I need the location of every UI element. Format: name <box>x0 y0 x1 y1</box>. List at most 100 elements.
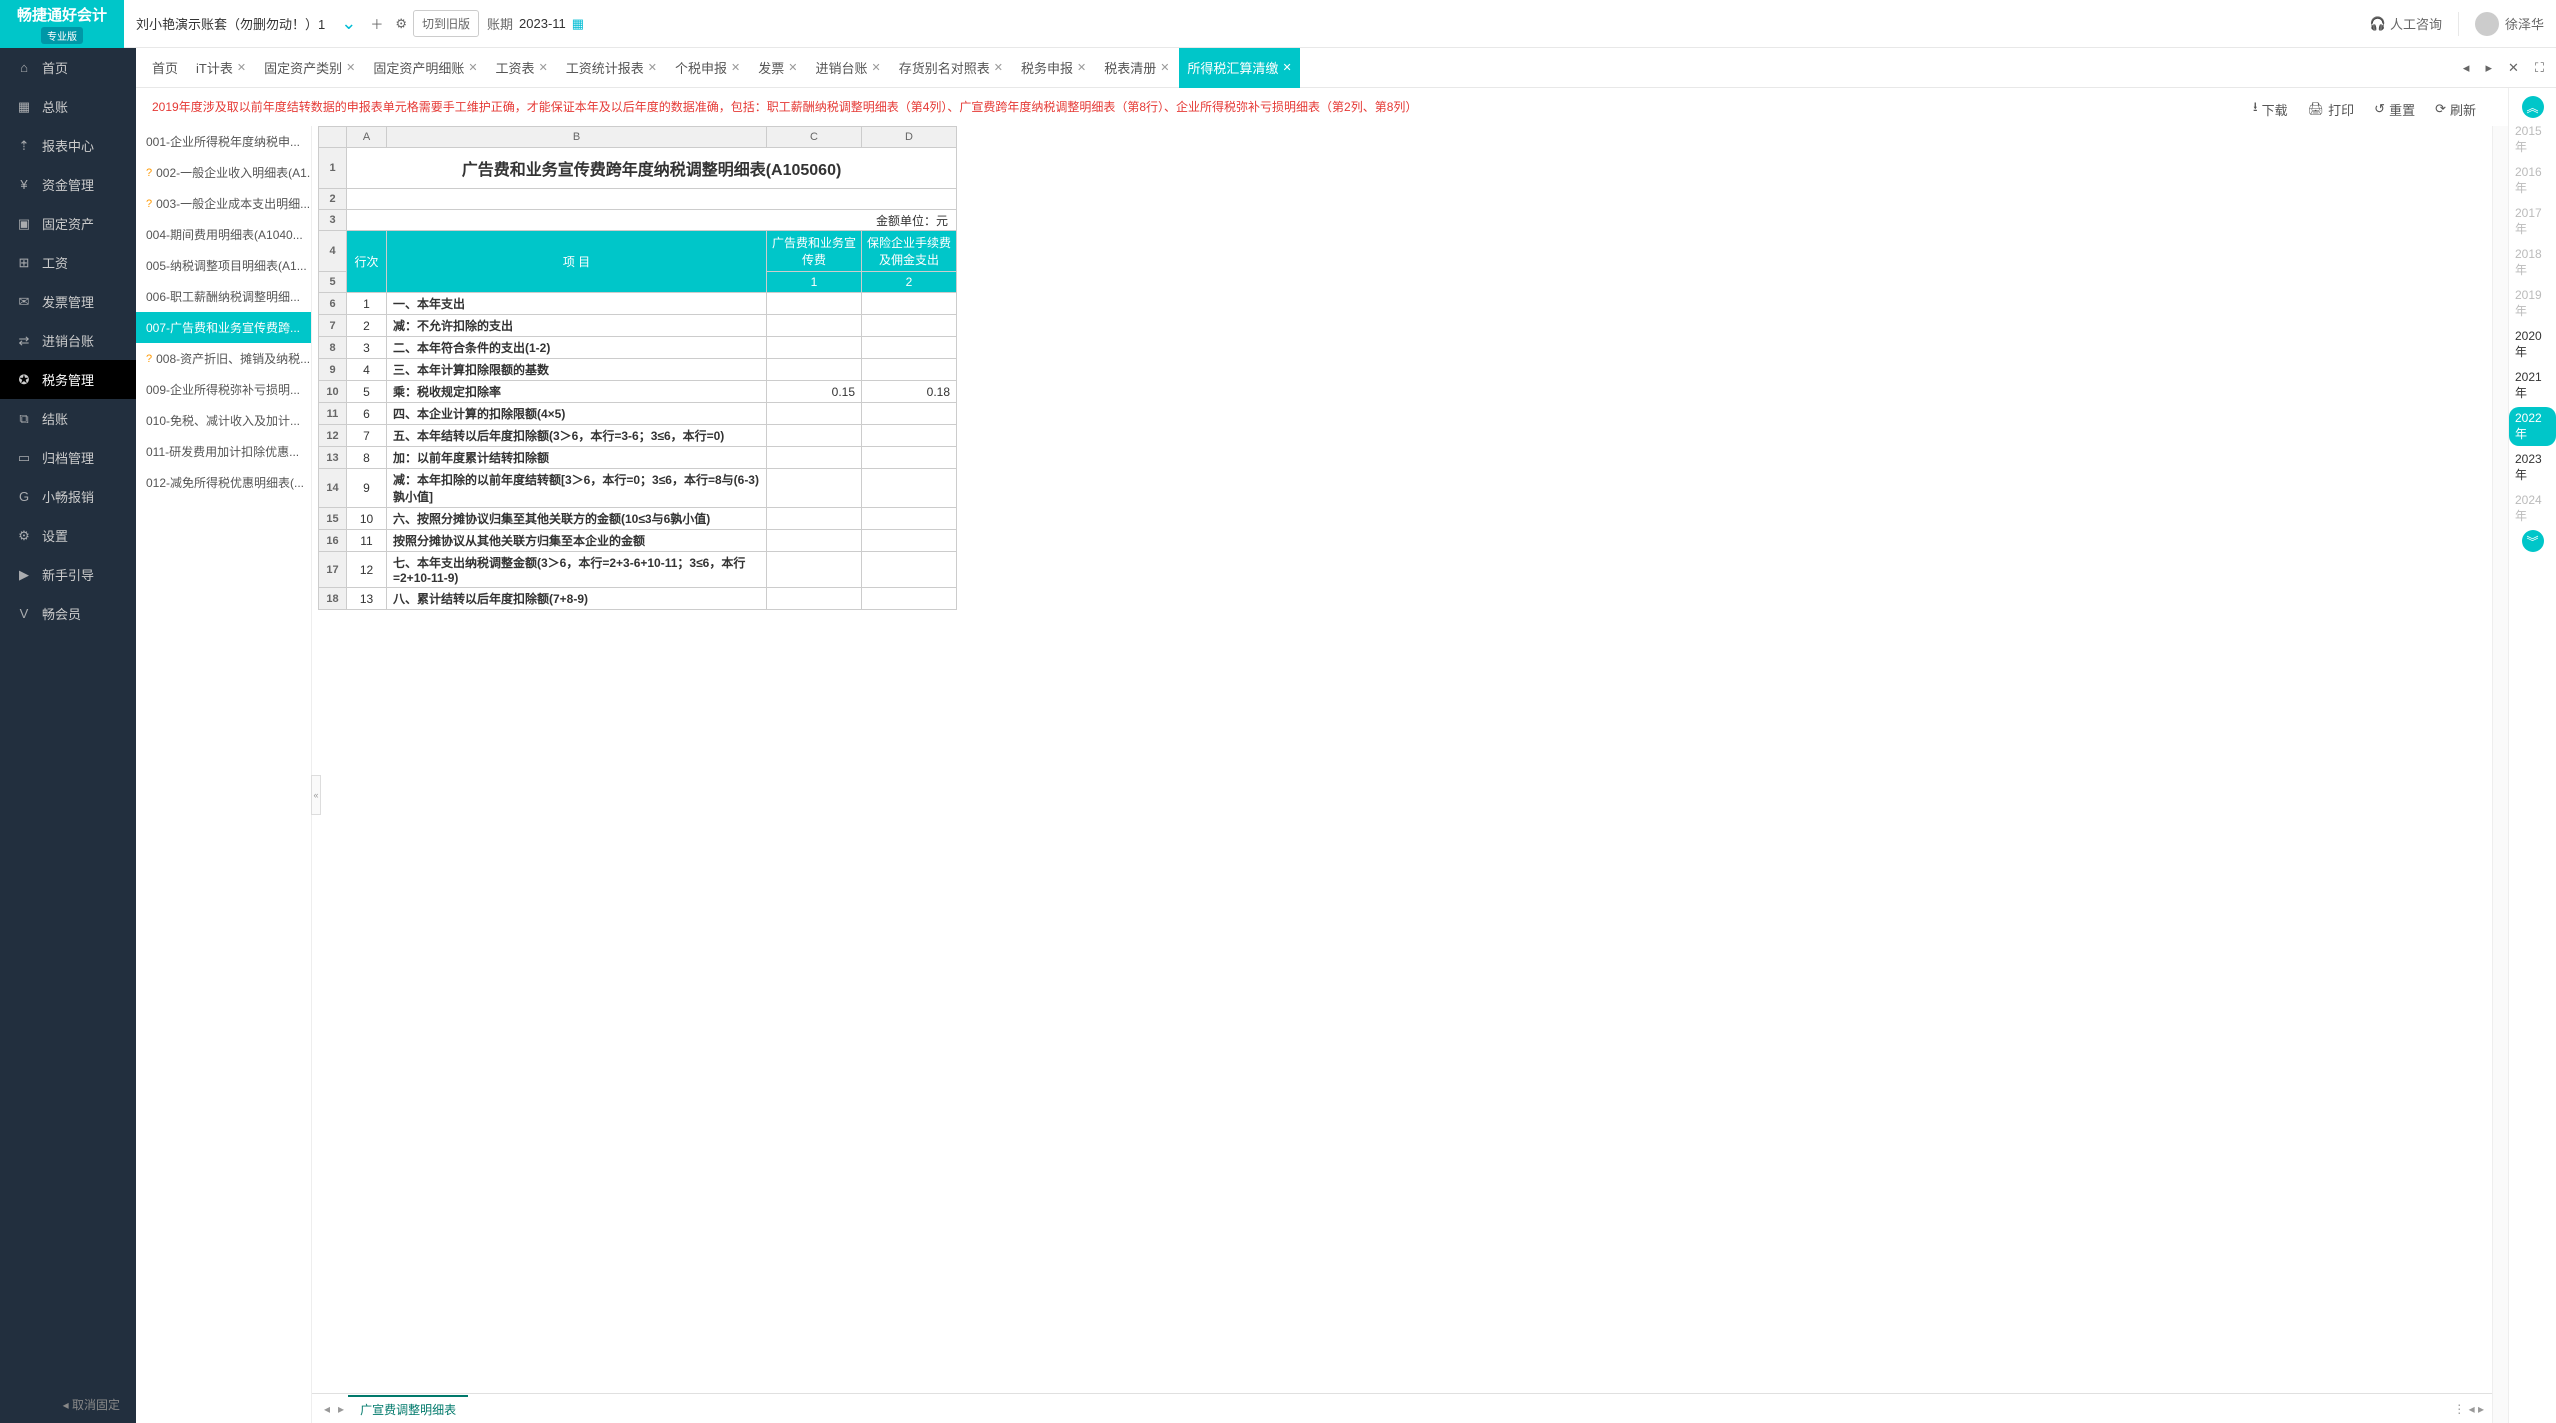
gear-icon[interactable]: ⚙ <box>389 16 413 32</box>
cell[interactable] <box>862 530 957 552</box>
sidebar-item-10[interactable]: ▭归档管理 <box>0 438 136 477</box>
close-icon[interactable]: ✕ <box>237 61 246 74</box>
cell[interactable] <box>862 425 957 447</box>
form-list-item[interactable]: 005-纳税调整项目明细表(A1... <box>136 250 311 281</box>
tab[interactable]: 工资统计报表✕ <box>558 48 665 88</box>
collapse-handle-icon[interactable]: « <box>311 775 321 815</box>
cell[interactable] <box>767 530 862 552</box>
sidebar-item-13[interactable]: ▶新手引导 <box>0 555 136 594</box>
refresh-button[interactable]: ⟳ 刷新 <box>2435 100 2476 119</box>
cell[interactable] <box>862 508 957 530</box>
user-menu[interactable]: 徐泽华 <box>2458 12 2544 36</box>
cell[interactable] <box>862 552 957 588</box>
year-down-icon[interactable]: ︾ <box>2522 530 2544 552</box>
cell[interactable] <box>862 447 957 469</box>
form-list-item[interactable]: 007-广告费和业务宣传费跨... <box>136 312 311 343</box>
sidebar-item-11[interactable]: G小畅报销 <box>0 477 136 516</box>
form-list-item[interactable]: 011-研发费用加计扣除优惠... <box>136 436 311 467</box>
cell[interactable] <box>767 315 862 337</box>
year-up-icon[interactable]: ︽ <box>2522 96 2544 118</box>
form-list-item[interactable]: 001-企业所得税年度纳税申... <box>136 126 311 157</box>
cell[interactable] <box>767 588 862 610</box>
sidebar-item-12[interactable]: ⚙设置 <box>0 516 136 555</box>
sheet-next-icon[interactable]: ▸ <box>334 1402 348 1416</box>
cell[interactable]: 0.18 <box>862 381 957 403</box>
cell[interactable] <box>862 359 957 381</box>
tab[interactable]: 税表清册✕ <box>1096 48 1177 88</box>
tab[interactable]: 税务申报✕ <box>1013 48 1094 88</box>
tab[interactable]: 所得税汇算清缴✕ <box>1179 48 1299 88</box>
sidebar-item-14[interactable]: V畅会员 <box>0 594 136 633</box>
sidebar-item-2[interactable]: ⇡报表中心 <box>0 126 136 165</box>
cell[interactable] <box>767 359 862 381</box>
sheet-prev-icon[interactable]: ◂ <box>320 1402 334 1416</box>
sidebar-item-4[interactable]: ▣固定资产 <box>0 204 136 243</box>
tab[interactable]: 进销台账✕ <box>807 48 888 88</box>
sidebar-item-7[interactable]: ⇄进销台账 <box>0 321 136 360</box>
tab[interactable]: 发票✕ <box>750 48 805 88</box>
tab[interactable]: iT计表✕ <box>188 48 254 88</box>
close-icon[interactable]: ✕ <box>1160 61 1169 74</box>
close-icon[interactable]: ✕ <box>539 61 548 74</box>
sidebar-item-1[interactable]: ▦总账 <box>0 87 136 126</box>
cell[interactable] <box>862 403 957 425</box>
old-version-button[interactable]: 切到旧版 <box>413 10 479 37</box>
close-icon[interactable]: ✕ <box>468 61 477 74</box>
sidebar-item-5[interactable]: ⊞工资 <box>0 243 136 282</box>
sheet-tab[interactable]: 广宣费调整明细表 <box>348 1395 468 1422</box>
form-list-item[interactable]: ?002-一般企业收入明细表(A1... <box>136 157 311 188</box>
close-icon[interactable]: ✕ <box>788 61 797 74</box>
plus-icon[interactable]: ＋ <box>364 14 389 33</box>
cell[interactable] <box>862 315 957 337</box>
cell[interactable] <box>767 447 862 469</box>
close-icon[interactable]: ✕ <box>1077 61 1086 74</box>
tab-scroll-left-icon[interactable]: ◂ <box>2459 56 2474 80</box>
close-icon[interactable]: ✕ <box>346 61 355 74</box>
form-list-item[interactable]: 009-企业所得税弥补亏损明... <box>136 374 311 405</box>
sidebar-item-6[interactable]: ✉发票管理 <box>0 282 136 321</box>
close-icon[interactable]: ✕ <box>648 61 657 74</box>
form-list-item[interactable]: 010-免税、减计收入及加计... <box>136 405 311 436</box>
tab-scroll-right-icon[interactable]: ▸ <box>2481 56 2496 80</box>
form-list-item[interactable]: 006-职工薪酬纳税调整明细... <box>136 281 311 312</box>
year-item[interactable]: 2023年 <box>2509 448 2556 487</box>
help-link[interactable]: 🎧 人工咨询 <box>2370 14 2442 33</box>
cell[interactable]: 0.15 <box>767 381 862 403</box>
cell[interactable] <box>767 293 862 315</box>
vertical-scrollbar[interactable] <box>2492 126 2508 1423</box>
tab[interactable]: 个税申报✕ <box>667 48 748 88</box>
fullscreen-icon[interactable]: ⛶ <box>2531 56 2548 80</box>
sidebar-item-9[interactable]: ⧉结账 <box>0 399 136 438</box>
period-value[interactable]: 2023-11 <box>519 16 566 31</box>
sidebar-item-8[interactable]: ✪税务管理 <box>0 360 136 399</box>
tab[interactable]: 工资表✕ <box>488 48 556 88</box>
sidebar-item-3[interactable]: ¥资金管理 <box>0 165 136 204</box>
tab[interactable]: 固定资产明细账✕ <box>365 48 485 88</box>
cell[interactable] <box>862 293 957 315</box>
form-list-item[interactable]: 004-期间费用明细表(A1040... <box>136 219 311 250</box>
form-list-item[interactable]: 012-减免所得税优惠明细表(... <box>136 467 311 498</box>
cell[interactable] <box>767 403 862 425</box>
close-all-icon[interactable]: ✕ <box>2504 56 2523 80</box>
close-icon[interactable]: ✕ <box>872 61 881 74</box>
close-icon[interactable]: ✕ <box>1282 61 1291 74</box>
year-item[interactable]: 2020年 <box>2509 325 2556 364</box>
cell[interactable] <box>767 425 862 447</box>
cell[interactable] <box>862 588 957 610</box>
cell[interactable] <box>767 337 862 359</box>
reset-button[interactable]: ↺ 重置 <box>2374 100 2415 119</box>
calendar-icon[interactable]: ▦ <box>572 16 584 32</box>
year-item[interactable]: 2021年 <box>2509 366 2556 405</box>
tab[interactable]: 固定资产类别✕ <box>256 48 363 88</box>
form-list-item[interactable]: ?003-一般企业成本支出明细... <box>136 188 311 219</box>
sheet-more-icon[interactable]: ⋮ ◂ ▸ <box>2453 1402 2484 1416</box>
tab[interactable]: 存货别名对照表✕ <box>891 48 1011 88</box>
cell[interactable] <box>767 469 862 508</box>
close-icon[interactable]: ✕ <box>994 61 1003 74</box>
form-list-item[interactable]: ?008-资产折旧、摊销及纳税... <box>136 343 311 374</box>
cell[interactable] <box>767 508 862 530</box>
tab[interactable]: 首页 <box>144 48 186 88</box>
cell[interactable] <box>767 552 862 588</box>
sidebar-item-0[interactable]: ⌂首页 <box>0 48 136 87</box>
sidebar-pin-toggle[interactable]: ◂ 取消固定 <box>0 1386 136 1423</box>
